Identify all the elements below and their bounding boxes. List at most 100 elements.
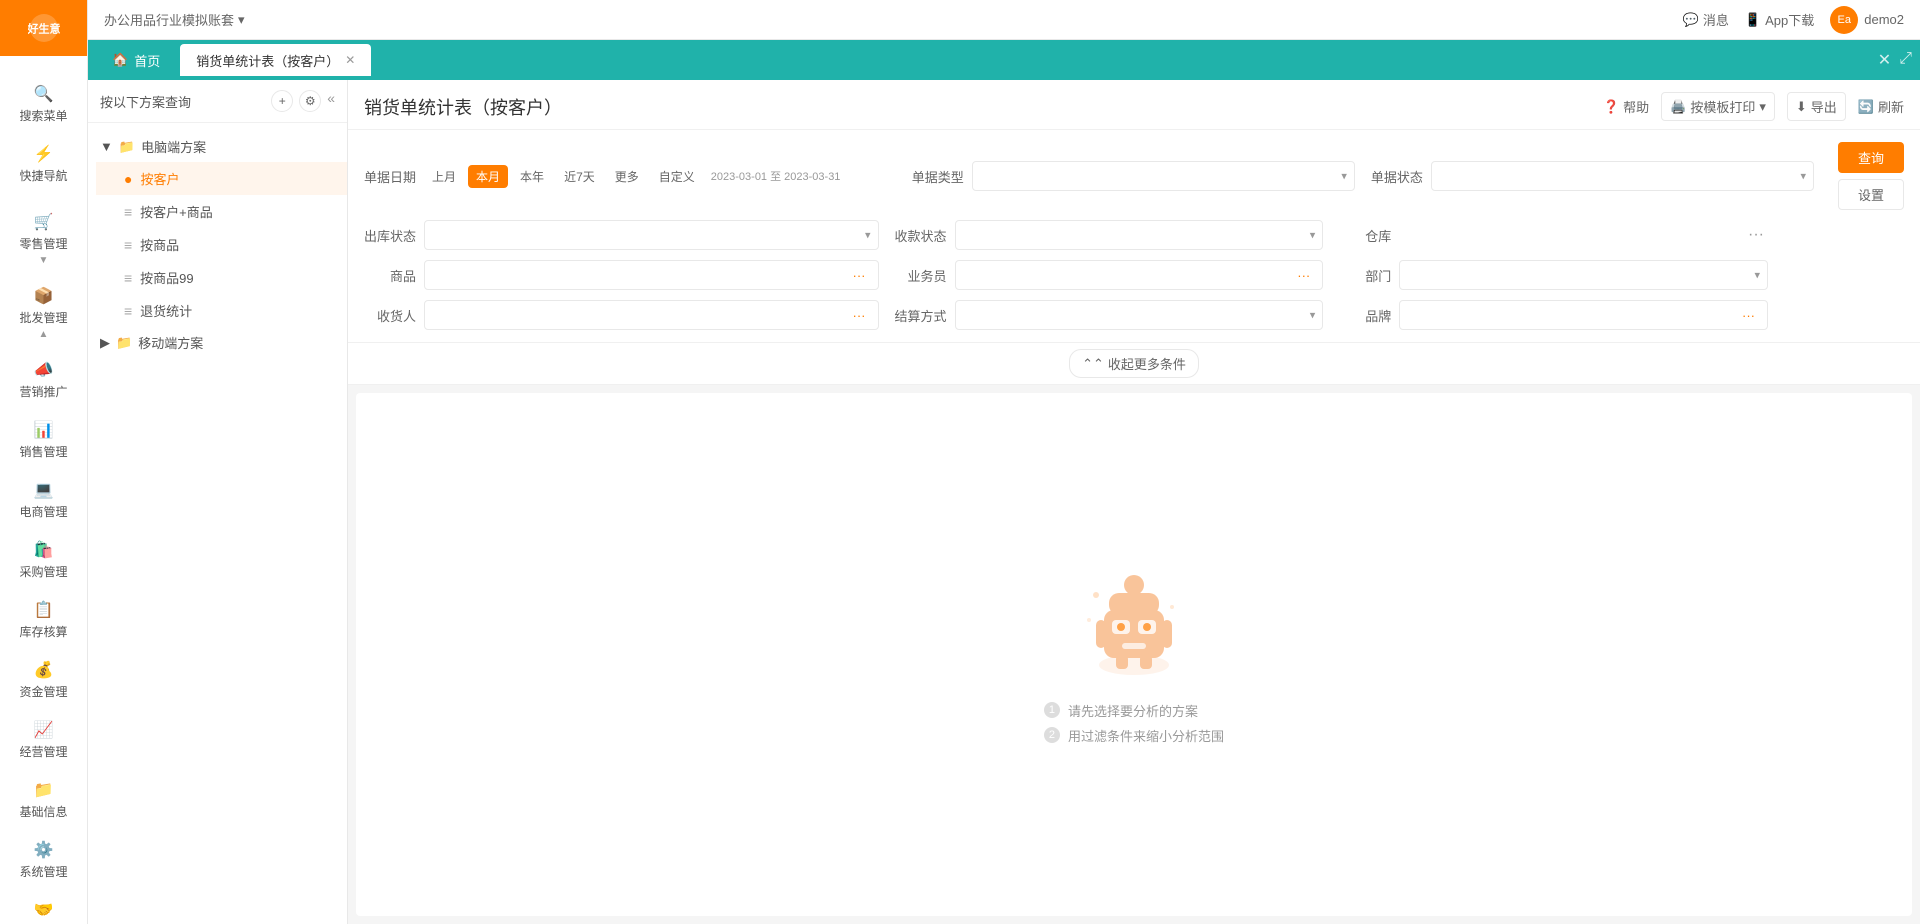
message-icon: 💬: [1683, 12, 1699, 28]
minimize-icon[interactable]: ✕: [1878, 50, 1891, 70]
date-tab-this-month[interactable]: 本月: [468, 165, 508, 188]
print-button[interactable]: 🖨️ 按模板打印 ▾: [1661, 92, 1775, 121]
sidebar-item-purchase[interactable]: 🛍️ 采购管理: [0, 530, 87, 590]
refresh-button[interactable]: 🔄 刷新: [1858, 97, 1904, 116]
sidebar-item-inventory[interactable]: 📋 库存核算: [0, 590, 87, 650]
tree-item-return-stat[interactable]: ≡ 退货统计: [96, 294, 347, 327]
goods-dots[interactable]: ···: [849, 268, 870, 283]
date-range: 2023-03-01 至 2023-03-31: [711, 168, 841, 184]
tip-num-2: 2: [1044, 727, 1060, 743]
tree-item-by-customer[interactable]: ● 按客户: [96, 162, 347, 195]
date-tabs: 上月 本月 本年 近7天 更多 自定义: [424, 165, 703, 188]
tree-group-desktop-header[interactable]: ▼ 📁 电脑端方案: [88, 131, 347, 162]
print-label: 按模板打印: [1690, 97, 1755, 116]
doc-type-select[interactable]: [972, 161, 1355, 191]
sidebar-item-finance[interactable]: 💰 资金管理: [0, 650, 87, 710]
sidebar-item-system[interactable]: ⚙️ 系统管理: [0, 830, 87, 890]
date-tab-last-month[interactable]: 上月: [424, 165, 464, 188]
export-label: 导出: [1811, 97, 1837, 116]
sidebar-item-sales[interactable]: 📊 销售管理: [0, 410, 87, 470]
tab-sales-stat[interactable]: 销货单统计表（按客户） ✕: [180, 44, 371, 76]
folder-mobile-icon: 📁: [116, 335, 132, 351]
sidebar: 好生意 标版 🔍 搜索菜单 ⚡ 快捷导航 🛒 零售管理 ▼ 📦 批发管理 ▲ 📣…: [0, 0, 88, 924]
brand-dots[interactable]: ···: [1738, 308, 1759, 323]
receipt-status-select-wrap: [955, 220, 1324, 250]
filter-row-1: 单据日期 上月 本月 本年 近7天 更多 自定义: [364, 142, 1904, 210]
top-header-right: 💬 消息 📱 App下载 Ea demo2: [1683, 6, 1904, 34]
top-header-left: 办公用品行业模拟账套 ▾: [104, 10, 245, 29]
industry-label: 办公用品行业模拟账套: [104, 10, 234, 29]
operations-icon: 📈: [34, 720, 54, 740]
date-tab-custom[interactable]: 自定义: [651, 165, 703, 188]
top-header: 办公用品行业模拟账套 ▾ 💬 消息 📱 App下载 Ea demo2: [88, 0, 1920, 40]
date-tab-this-year[interactable]: 本年: [512, 165, 552, 188]
wholesale-icon: 📦: [34, 286, 54, 306]
search-icon: 🔍: [34, 84, 54, 104]
filter-dept: 部门: [1339, 260, 1768, 290]
recipient-control: ···: [424, 300, 879, 330]
tree-group-mobile-label: 移动端方案: [138, 333, 203, 352]
receipt-status-control: [955, 220, 1324, 250]
date-tab-more[interactable]: 更多: [607, 165, 647, 188]
content-area: 按以下方案查询 + ⚙ « ▼ 📁 电脑端方案: [88, 80, 1920, 924]
help-button[interactable]: ❓ 帮助: [1603, 97, 1649, 116]
app-download-label: App下载: [1765, 10, 1814, 29]
sidebar-item-basic[interactable]: 📁 基础信息: [0, 770, 87, 830]
date-tab-last7[interactable]: 近7天: [556, 165, 603, 188]
by-customer-goods-icon: ≡: [124, 204, 132, 220]
user-menu[interactable]: Ea demo2: [1830, 6, 1904, 34]
export-icon: ⬇: [1796, 99, 1807, 115]
sidebar-item-ecommerce[interactable]: 💻 电商管理: [0, 470, 87, 530]
industry-dropdown[interactable]: 办公用品行业模拟账套 ▾: [104, 10, 245, 29]
sidebar-item-wholesale[interactable]: 📦 批发管理 ▲: [0, 276, 87, 350]
tree-item-by-customer-goods[interactable]: ≡ 按客户+商品: [96, 195, 347, 228]
app-download-button[interactable]: 📱 App下载: [1745, 10, 1814, 29]
sidebar-item-marketing[interactable]: 📣 营销推广: [0, 350, 87, 410]
filter-recipient: 收货人 ···: [364, 300, 879, 330]
sidebar-item-search[interactable]: 🔍 搜索菜单: [0, 74, 87, 134]
export-button[interactable]: ⬇ 导出: [1787, 92, 1846, 121]
tab-close-button[interactable]: ✕: [345, 53, 355, 67]
filter-settings-button[interactable]: 设置: [1838, 179, 1904, 210]
doc-status-select[interactable]: [1431, 161, 1814, 191]
collapse-more-button[interactable]: ⌃⌃ 收起更多条件: [1069, 349, 1199, 378]
tree-item-by-goods99[interactable]: ≡ 按商品99: [96, 261, 347, 294]
sidebar-item-enterprise[interactable]: 🤝 企业协同: [0, 890, 87, 924]
settlement-select[interactable]: [955, 300, 1324, 330]
tab-expand: ✕ ⤢: [1878, 50, 1912, 70]
message-button[interactable]: 💬 消息: [1683, 10, 1729, 29]
filter-settlement: 结算方式: [895, 300, 1324, 330]
dept-select[interactable]: [1399, 260, 1768, 290]
sidebar-item-retail[interactable]: 🛒 零售管理 ▼: [0, 202, 87, 276]
retail-arrow: ▼: [39, 255, 49, 266]
filter-warehouse: 仓库 ···: [1339, 226, 1768, 245]
purchase-icon: 🛍️: [34, 540, 54, 560]
out-status-select[interactable]: [424, 220, 878, 250]
receipt-status-select[interactable]: [955, 220, 1324, 250]
sidebar-item-shortcut[interactable]: ⚡ 快捷导航: [0, 134, 87, 194]
tab-home[interactable]: 🏠 首页: [96, 44, 176, 76]
filter-date: 单据日期 上月 本月 本年 近7天 更多 自定义: [364, 165, 896, 188]
recipient-dots[interactable]: ···: [849, 308, 870, 323]
sales-icon: 📊: [34, 420, 54, 440]
filter-goods: 商品 ···: [364, 260, 879, 290]
tree-mobile-arrow: ▶: [100, 335, 110, 351]
help-icon: ❓: [1603, 99, 1619, 115]
salesman-label: 业务员: [895, 266, 955, 285]
query-button[interactable]: 查询: [1838, 142, 1904, 173]
panel-collapse-button[interactable]: «: [327, 90, 335, 112]
scheme-settings-button[interactable]: ⚙: [299, 90, 321, 112]
sidebar-item-operations[interactable]: 📈 经营管理: [0, 710, 87, 770]
tree-item-by-goods[interactable]: ≡ 按商品: [96, 228, 347, 261]
chevron-up-icon: ⌃⌃: [1082, 356, 1104, 372]
salesman-dots[interactable]: ···: [1293, 268, 1314, 283]
add-scheme-button[interactable]: +: [271, 90, 293, 112]
dept-label: 部门: [1339, 266, 1399, 285]
tree-group-mobile-header[interactable]: ▶ 📁 移动端方案: [88, 327, 347, 358]
brand-control: ···: [1399, 300, 1768, 330]
warehouse-dots[interactable]: ···: [1744, 226, 1768, 244]
phone-icon: 📱: [1745, 12, 1761, 28]
maximize-icon[interactable]: ⤢: [1899, 50, 1912, 70]
retail-icon: 🛒: [34, 212, 54, 232]
brand-label: 品牌: [1339, 306, 1399, 325]
